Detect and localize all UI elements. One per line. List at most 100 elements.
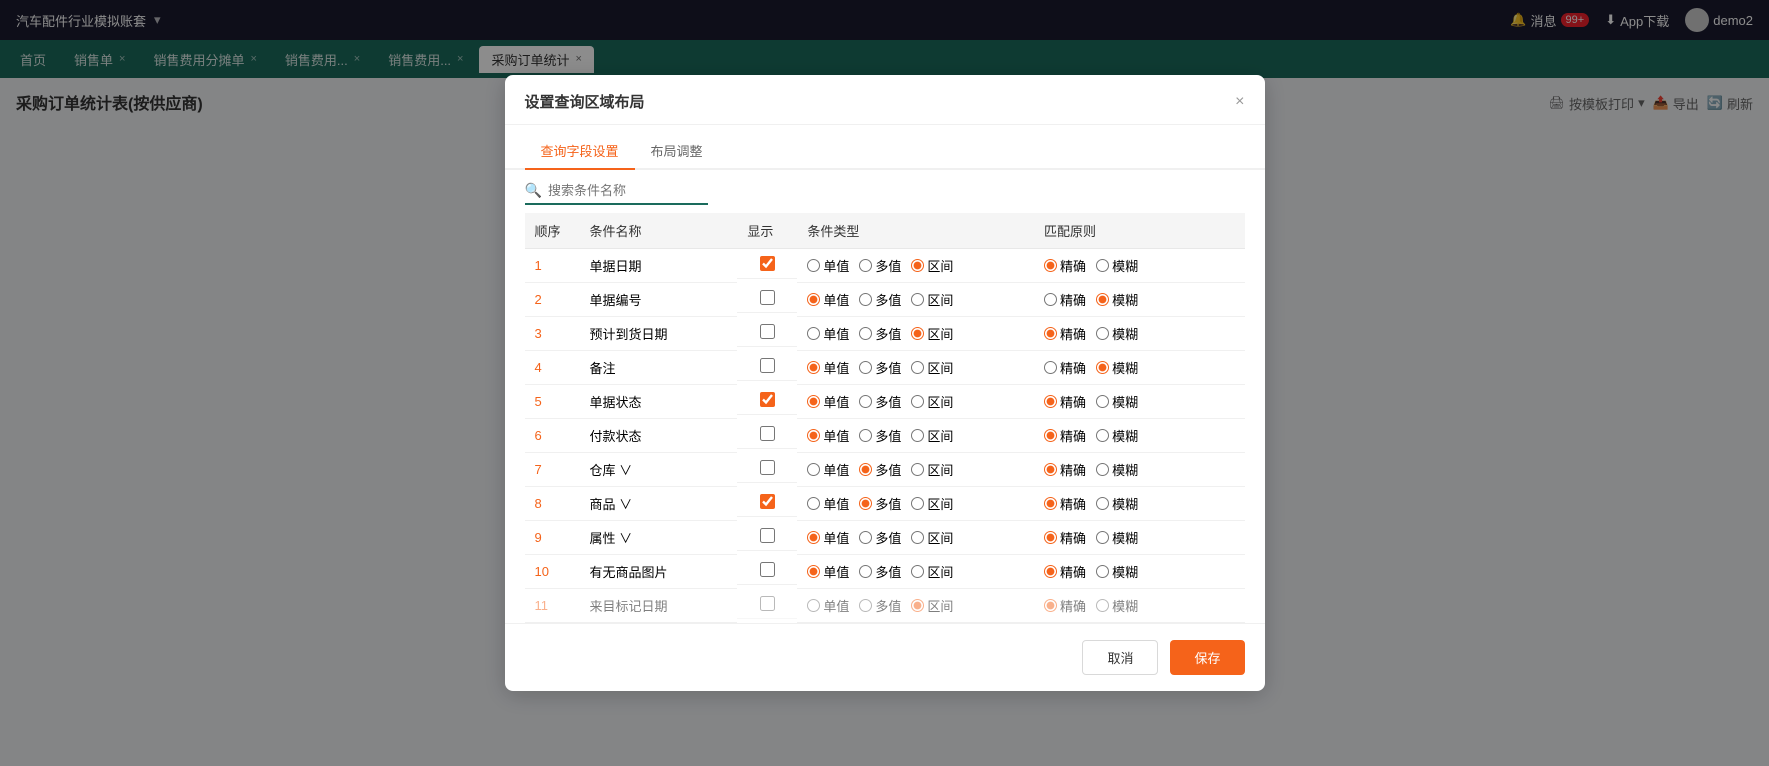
type-radio-0[interactable]	[807, 531, 820, 544]
type-radio-label[interactable]: 区间	[911, 494, 953, 513]
match-radio-1[interactable]	[1096, 293, 1109, 306]
row-display-checkbox[interactable]	[760, 358, 775, 373]
match-radio-label[interactable]: 精确	[1044, 494, 1086, 513]
type-radio-label[interactable]: 区间	[911, 528, 953, 547]
type-radio-2[interactable]	[911, 599, 924, 612]
match-radio-label[interactable]: 精确	[1044, 358, 1086, 377]
match-radio-label[interactable]: 模糊	[1096, 392, 1138, 411]
match-radio-1[interactable]	[1096, 395, 1109, 408]
type-radio-label[interactable]: 区间	[911, 290, 953, 309]
match-radio-0[interactable]	[1044, 395, 1057, 408]
type-radio-label[interactable]: 单值	[807, 426, 849, 445]
match-radio-label[interactable]: 模糊	[1096, 290, 1138, 309]
dialog-close-button[interactable]: ×	[1235, 94, 1244, 110]
type-radio-0[interactable]	[807, 565, 820, 578]
type-radio-0[interactable]	[807, 395, 820, 408]
tab-layout-adjust[interactable]: 布局调整	[635, 133, 719, 170]
type-radio-2[interactable]	[911, 395, 924, 408]
match-radio-label[interactable]: 模糊	[1096, 358, 1138, 377]
match-radio-1[interactable]	[1096, 497, 1109, 510]
match-radio-0[interactable]	[1044, 463, 1057, 476]
match-radio-1[interactable]	[1096, 429, 1109, 442]
match-radio-label[interactable]: 精确	[1044, 426, 1086, 445]
type-radio-label[interactable]: 单值	[807, 528, 849, 547]
match-radio-label[interactable]: 精确	[1044, 596, 1086, 615]
type-radio-2[interactable]	[911, 497, 924, 510]
type-radio-2[interactable]	[911, 463, 924, 476]
type-radio-2[interactable]	[911, 429, 924, 442]
type-radio-1[interactable]	[859, 259, 872, 272]
type-radio-label[interactable]: 区间	[911, 392, 953, 411]
match-radio-label[interactable]: 模糊	[1096, 494, 1138, 513]
type-radio-0[interactable]	[807, 327, 820, 340]
row-display-checkbox[interactable]	[760, 324, 775, 339]
type-radio-1[interactable]	[859, 293, 872, 306]
type-radio-1[interactable]	[859, 327, 872, 340]
match-radio-label[interactable]: 精确	[1044, 392, 1086, 411]
match-radio-label[interactable]: 模糊	[1096, 460, 1138, 479]
type-radio-label[interactable]: 单值	[807, 324, 849, 343]
cancel-button[interactable]: 取消	[1082, 640, 1158, 675]
type-radio-1[interactable]	[859, 497, 872, 510]
type-radio-label[interactable]: 单值	[807, 596, 849, 615]
row-display-checkbox[interactable]	[760, 460, 775, 475]
type-radio-label[interactable]: 多值	[859, 562, 901, 581]
match-radio-0[interactable]	[1044, 497, 1057, 510]
type-radio-label[interactable]: 多值	[859, 324, 901, 343]
type-radio-label[interactable]: 多值	[859, 426, 901, 445]
type-radio-label[interactable]: 单值	[807, 358, 849, 377]
type-radio-1[interactable]	[859, 531, 872, 544]
type-radio-0[interactable]	[807, 429, 820, 442]
type-radio-label[interactable]: 单值	[807, 290, 849, 309]
match-radio-label[interactable]: 模糊	[1096, 324, 1138, 343]
type-radio-label[interactable]: 单值	[807, 562, 849, 581]
type-radio-label[interactable]: 区间	[911, 426, 953, 445]
type-radio-1[interactable]	[859, 565, 872, 578]
match-radio-1[interactable]	[1096, 565, 1109, 578]
row-display-checkbox[interactable]	[760, 494, 775, 509]
row-display-checkbox[interactable]	[760, 392, 775, 407]
match-radio-0[interactable]	[1044, 565, 1057, 578]
row-display-checkbox[interactable]	[760, 290, 775, 305]
type-radio-label[interactable]: 单值	[807, 256, 849, 275]
type-radio-0[interactable]	[807, 599, 820, 612]
match-radio-1[interactable]	[1096, 259, 1109, 272]
type-radio-2[interactable]	[911, 361, 924, 374]
match-radio-label[interactable]: 精确	[1044, 562, 1086, 581]
type-radio-0[interactable]	[807, 293, 820, 306]
type-radio-label[interactable]: 单值	[807, 460, 849, 479]
match-radio-label[interactable]: 精确	[1044, 290, 1086, 309]
tab-field-settings[interactable]: 查询字段设置	[525, 133, 635, 170]
type-radio-label[interactable]: 区间	[911, 460, 953, 479]
match-radio-label[interactable]: 模糊	[1096, 562, 1138, 581]
match-radio-0[interactable]	[1044, 327, 1057, 340]
match-radio-1[interactable]	[1096, 531, 1109, 544]
type-radio-1[interactable]	[859, 463, 872, 476]
type-radio-1[interactable]	[859, 361, 872, 374]
match-radio-0[interactable]	[1044, 293, 1057, 306]
type-radio-1[interactable]	[859, 429, 872, 442]
row-display-checkbox[interactable]	[760, 256, 775, 271]
type-radio-1[interactable]	[859, 599, 872, 612]
type-radio-0[interactable]	[807, 497, 820, 510]
match-radio-1[interactable]	[1096, 463, 1109, 476]
type-radio-2[interactable]	[911, 327, 924, 340]
match-radio-label[interactable]: 精确	[1044, 460, 1086, 479]
match-radio-label[interactable]: 模糊	[1096, 256, 1138, 275]
type-radio-label[interactable]: 多值	[859, 460, 901, 479]
match-radio-label[interactable]: 精确	[1044, 528, 1086, 547]
row-display-checkbox[interactable]	[760, 528, 775, 543]
type-radio-2[interactable]	[911, 259, 924, 272]
match-radio-label[interactable]: 精确	[1044, 324, 1086, 343]
type-radio-label[interactable]: 区间	[911, 256, 953, 275]
match-radio-1[interactable]	[1096, 327, 1109, 340]
type-radio-label[interactable]: 多值	[859, 528, 901, 547]
match-radio-1[interactable]	[1096, 599, 1109, 612]
type-radio-0[interactable]	[807, 463, 820, 476]
type-radio-label[interactable]: 多值	[859, 358, 901, 377]
type-radio-2[interactable]	[911, 531, 924, 544]
match-radio-1[interactable]	[1096, 361, 1109, 374]
type-radio-label[interactable]: 多值	[859, 596, 901, 615]
type-radio-label[interactable]: 多值	[859, 392, 901, 411]
row-display-checkbox[interactable]	[760, 426, 775, 441]
